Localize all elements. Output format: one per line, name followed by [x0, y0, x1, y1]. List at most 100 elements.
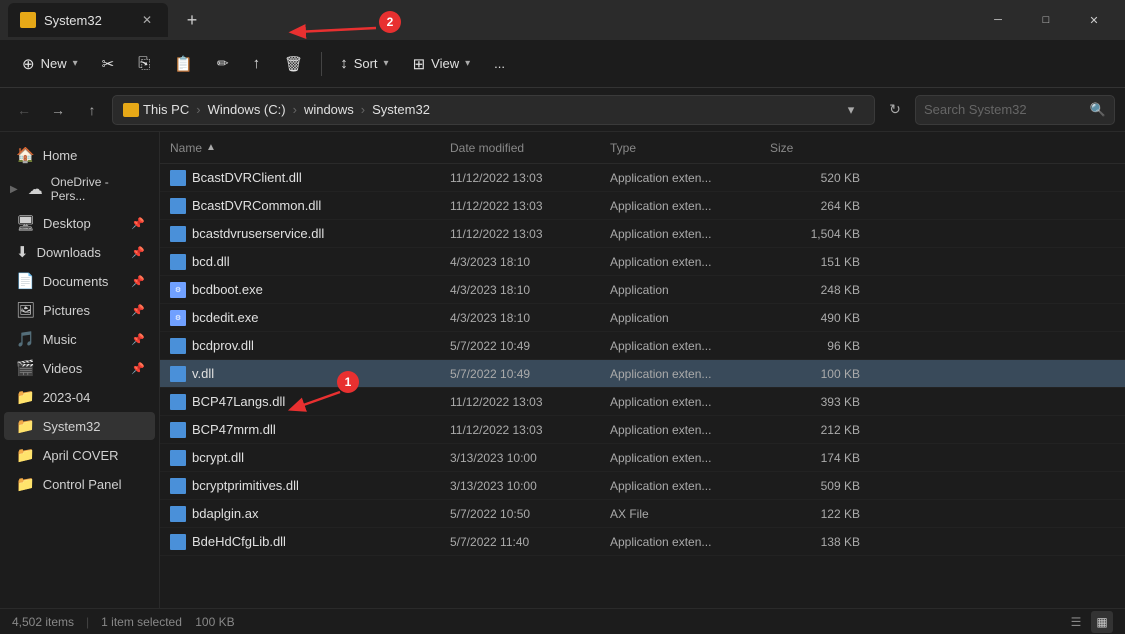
pin-icon-videos: 📌: [131, 362, 145, 375]
status-bar: 4,502 items | 1 item selected 100 KB ☰ ▦: [0, 608, 1125, 634]
table-row[interactable]: ⚙ bcdboot.exe 4/3/2023 18:10 Application…: [160, 276, 1125, 304]
address-drive: Windows (C:): [208, 102, 286, 117]
address-bar[interactable]: This PC › Windows (C:) › windows › Syste…: [112, 95, 875, 125]
file-date: 11/12/2022 13:03: [450, 199, 610, 213]
pin-icon-downloads: 📌: [131, 246, 145, 259]
table-row[interactable]: bcastdvruserservice.dll 11/12/2022 13:03…: [160, 220, 1125, 248]
table-row[interactable]: BCP47Langs.dll 11/12/2022 13:03 Applicat…: [160, 388, 1125, 416]
more-button[interactable]: ...: [484, 50, 515, 77]
sidebar-label-music: Music: [43, 332, 77, 347]
file-name: BcastDVRClient.dll: [192, 170, 450, 185]
paste-button[interactable]: 📋: [164, 49, 203, 79]
expand-icon: ▶: [10, 184, 18, 195]
column-type[interactable]: Type: [610, 141, 770, 155]
table-row[interactable]: bdaplgin.ax 5/7/2022 10:50 AX File 122 K…: [160, 500, 1125, 528]
new-tab-button[interactable]: +: [176, 4, 208, 36]
file-list: Name ▲ Date modified Type Size BcastDVRC…: [160, 132, 1125, 608]
sidebar-label-desktop: Desktop: [43, 216, 91, 231]
sort-dropdown-icon: ▾: [384, 58, 389, 69]
file-type: Application: [610, 311, 770, 325]
documents-icon: 📄: [16, 272, 35, 290]
new-label: New: [41, 56, 67, 71]
file-type-icon: [170, 506, 186, 522]
table-row[interactable]: bcryptprimitives.dll 3/13/2023 10:00 App…: [160, 472, 1125, 500]
column-name[interactable]: Name ▲: [170, 141, 450, 155]
sidebar-label-april-cover: April COVER: [43, 448, 119, 463]
downloads-icon: ⬇: [16, 243, 29, 261]
sidebar-label-videos: Videos: [43, 361, 83, 376]
address-dropdown-button[interactable]: ▾: [838, 97, 864, 123]
sidebar-item-control-panel[interactable]: 📁 Control Panel: [4, 470, 155, 498]
dll-icon: [170, 450, 186, 466]
file-name: v.dll: [192, 366, 450, 381]
pin-icon-desktop: 📌: [131, 217, 145, 230]
tab-system32[interactable]: System32 ✕: [8, 3, 168, 37]
table-row[interactable]: bcrypt.dll 3/13/2023 10:00 Application e…: [160, 444, 1125, 472]
maximize-button[interactable]: □: [1023, 3, 1069, 37]
file-name: BcastDVRCommon.dll: [192, 198, 450, 213]
search-box[interactable]: Search System32 🔍: [915, 95, 1115, 125]
address-sep-1: ›: [196, 102, 200, 117]
table-row[interactable]: ⚙ bcdedit.exe 4/3/2023 18:10 Application…: [160, 304, 1125, 332]
new-button[interactable]: ⊕ New ▾: [12, 49, 88, 79]
up-button[interactable]: ↑: [78, 96, 106, 124]
sidebar-item-music[interactable]: 🎵 Music 📌: [4, 325, 155, 353]
back-button[interactable]: ←: [10, 96, 38, 124]
tab-close-button[interactable]: ✕: [138, 11, 156, 29]
cut-icon: ✂: [102, 55, 115, 73]
share-button[interactable]: ↑: [243, 49, 271, 78]
exe-icon: ⚙: [170, 282, 186, 298]
folder-icon-control: 📁: [16, 475, 35, 493]
close-button[interactable]: ✕: [1071, 3, 1117, 37]
rename-button[interactable]: ✏: [207, 49, 239, 78]
sidebar-item-downloads[interactable]: ⬇ Downloads 📌: [4, 238, 155, 266]
view-icon: ⊞: [413, 55, 426, 73]
forward-button[interactable]: →: [44, 96, 72, 124]
table-row[interactable]: BCP47mrm.dll 11/12/2022 13:03 Applicatio…: [160, 416, 1125, 444]
sidebar-item-system32[interactable]: 📁 System32: [4, 412, 155, 440]
cut-button[interactable]: ✂: [92, 49, 125, 79]
file-type-icon: [170, 534, 186, 550]
sort-icon: ↕: [340, 55, 348, 72]
address-system32: System32: [372, 102, 430, 117]
sidebar-item-2023-04[interactable]: 📁 2023-04: [4, 383, 155, 411]
file-size: 100 KB: [770, 367, 870, 381]
toolbar: ⊕ New ▾ ✂ ⎘ 📋 ✏ ↑ 🗑 ↕ Sort ▾ ⊞ View ▾ ..…: [0, 40, 1125, 88]
sort-arrow-name: ▲: [206, 142, 216, 153]
dll-icon: [170, 394, 186, 410]
copy-button[interactable]: ⎘: [128, 49, 160, 78]
detail-view-button[interactable]: ▦: [1091, 611, 1113, 633]
dll-icon: [170, 198, 186, 214]
view-label: View: [431, 56, 459, 71]
toolbar-separator: [321, 52, 322, 76]
delete-button[interactable]: 🗑: [274, 49, 313, 79]
sidebar-item-documents[interactable]: 📄 Documents 📌: [4, 267, 155, 295]
table-row[interactable]: bcd.dll 4/3/2023 18:10 Application exten…: [160, 248, 1125, 276]
sidebar-item-pictures[interactable]: 🖼 Pictures 📌: [4, 296, 155, 324]
table-row[interactable]: v.dll 5/7/2022 10:49 Application exten..…: [160, 360, 1125, 388]
sidebar-label-documents: Documents: [43, 274, 109, 289]
addressbar-row: ← → ↑ This PC › Windows (C:) › windows ›…: [0, 88, 1125, 132]
file-type: Application exten...: [610, 395, 770, 409]
table-row[interactable]: bcdprov.dll 5/7/2022 10:49 Application e…: [160, 332, 1125, 360]
file-date: 11/12/2022 13:03: [450, 171, 610, 185]
sidebar-item-home[interactable]: 🏠 Home: [4, 141, 155, 169]
refresh-button[interactable]: ↻: [881, 96, 909, 124]
list-view-button[interactable]: ☰: [1065, 611, 1087, 633]
sidebar-item-april-cover[interactable]: 📁 April COVER: [4, 441, 155, 469]
column-date[interactable]: Date modified: [450, 141, 610, 155]
view-button[interactable]: ⊞ View ▾: [403, 49, 481, 79]
table-row[interactable]: BdeHdCfgLib.dll 5/7/2022 11:40 Applicati…: [160, 528, 1125, 556]
table-row[interactable]: BcastDVRClient.dll 11/12/2022 13:03 Appl…: [160, 164, 1125, 192]
minimize-button[interactable]: ─: [975, 3, 1021, 37]
sidebar-item-desktop[interactable]: 🖥 Desktop 📌: [4, 209, 155, 237]
table-row[interactable]: BcastDVRCommon.dll 11/12/2022 13:03 Appl…: [160, 192, 1125, 220]
file-type: Application exten...: [610, 479, 770, 493]
file-type-icon: [170, 366, 186, 382]
column-size[interactable]: Size: [770, 141, 870, 155]
file-type: Application exten...: [610, 339, 770, 353]
sort-button[interactable]: ↕ Sort ▾: [330, 49, 398, 78]
file-size: 393 KB: [770, 395, 870, 409]
sidebar-item-onedrive[interactable]: ▶ ☁ OneDrive - Pers...: [4, 170, 155, 208]
sidebar-item-videos[interactable]: 🎬 Videos 📌: [4, 354, 155, 382]
